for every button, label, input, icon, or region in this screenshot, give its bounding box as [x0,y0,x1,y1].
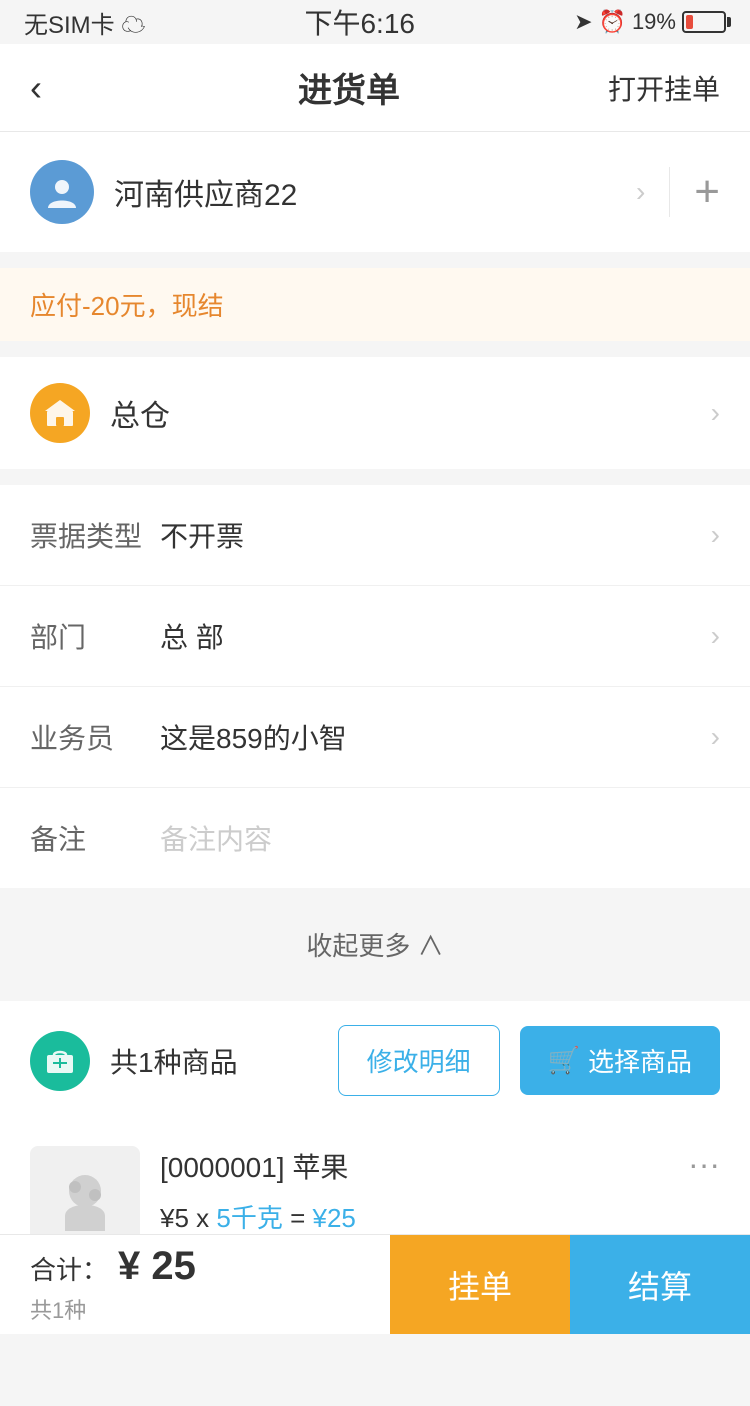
warehouse-icon [30,383,90,443]
open-pending-button[interactable]: 打开挂单 [608,68,720,108]
total-section: 合计： ¥ 25 共1种 [0,1235,390,1334]
select-product-label: 选择商品 [588,1042,692,1079]
product-name: [0000001] 苹果 [160,1146,668,1186]
supplier-avatar [30,160,94,224]
remark-placeholder: 备注内容 [160,818,720,858]
product-price: ¥5 x 5千克 = ¥25 [160,1198,668,1235]
bottom-bar: 合计： ¥ 25 共1种 挂单 结算 [0,1234,750,1334]
warehouse-name: 总仓 [110,391,711,435]
status-time: 下午6:16 [304,2,415,42]
products-header: 共1种商品 修改明细 🛒 选择商品 [0,1001,750,1120]
nav-bar: ‹ 进货单 打开挂单 [0,44,750,132]
collapse-bar[interactable]: 收起更多 ∧ [0,904,750,985]
ticket-type-chevron-icon: › [711,519,720,551]
department-value: 总 部 [160,616,701,656]
pending-button[interactable]: 挂单 [390,1235,570,1334]
supplier-row[interactable]: 河南供应商22 › + [0,132,750,252]
status-left: 无SIM卡 ☁ [24,5,145,40]
ticket-type-label: 票据类型 [30,515,160,555]
cart-icon: 🛒 [548,1045,580,1076]
edit-details-button[interactable]: 修改明细 [338,1025,500,1096]
battery-percent: 19% [632,9,676,35]
status-bar: 无SIM卡 ☁ 下午6:16 ➤ ⏰ 19% [0,0,750,44]
unit-price: ¥5 x [160,1203,216,1233]
page-title: 进货单 [298,63,400,112]
department-label: 部门 [30,616,160,656]
equals-sign: = [290,1203,312,1233]
product-info: [0000001] 苹果 ¥5 x 5千克 = ¥25 [160,1146,668,1235]
salesperson-label: 业务员 [30,717,160,757]
supplier-chevron-icon: › [636,176,645,208]
battery-fill [686,15,693,29]
salesperson-chevron-icon: › [711,721,720,753]
remark-row[interactable]: 备注 备注内容 [0,788,750,888]
notice-bar: 应付-20元，现结 [0,268,750,341]
alarm-icon: ⏰ [599,9,626,35]
total-subtext: 共1种 [30,1293,360,1325]
total-line: 合计： ¥ 25 [30,1244,360,1289]
settle-button[interactable]: 结算 [570,1235,750,1334]
ticket-type-row[interactable]: 票据类型 不开票 › [0,485,750,586]
department-chevron-icon: › [711,620,720,652]
sim-status: 无SIM卡 ☁ [24,5,145,40]
supplier-name: 河南供应商22 [114,170,636,214]
warehouse-chevron-icon: › [711,397,720,429]
back-button[interactable]: ‹ [30,67,90,109]
remark-label: 备注 [30,818,160,858]
products-count: 共1种商品 [110,1041,318,1081]
battery-icon [682,11,726,33]
svg-text:营+: 营+ [77,1219,93,1232]
salesperson-row[interactable]: 业务员 这是859的小智 › [0,687,750,788]
supplier-section: 河南供应商22 › + [0,132,750,252]
location-icon: ➤ [574,9,592,35]
add-button[interactable]: + [694,170,720,214]
total-label: 合计： [30,1250,108,1287]
total-price: ¥25 [313,1203,356,1233]
quantity: 5千克 [216,1203,282,1233]
select-product-button[interactable]: 🛒 选择商品 [520,1026,720,1095]
product-more-button[interactable]: ··· [688,1146,720,1183]
ticket-type-value: 不开票 [160,515,701,555]
product-code: [0000001] 苹果 [160,1152,348,1183]
total-amount: ¥ 25 [118,1244,196,1289]
department-row[interactable]: 部门 总 部 › [0,586,750,687]
warehouse-row[interactable]: 总仓 › [0,357,750,469]
products-icon [30,1031,90,1091]
salesperson-value: 这是859的小智 [160,717,701,757]
vertical-divider [669,167,670,217]
form-section: 票据类型 不开票 › 部门 总 部 › 业务员 这是859的小智 › 备注 备注… [0,485,750,888]
status-right: ➤ ⏰ 19% [574,9,726,35]
